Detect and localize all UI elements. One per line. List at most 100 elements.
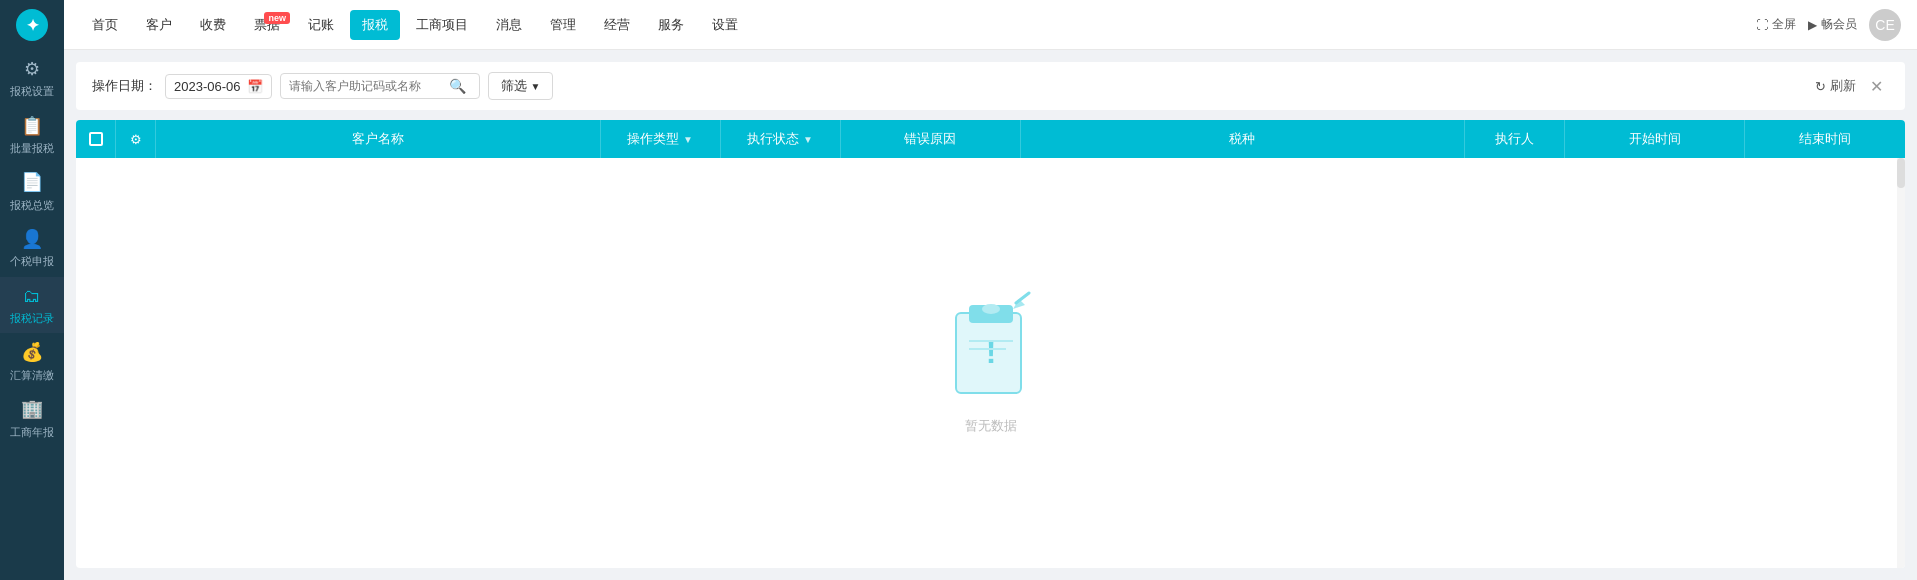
topnav-item-invoice[interactable]: 票据new — [242, 10, 292, 40]
sidebar-item-tax-records[interactable]: 🗂 报税记录 — [0, 277, 64, 334]
topnav-item-home[interactable]: 首页 — [80, 10, 130, 40]
th-start-time-label: 开始时间 — [1629, 130, 1681, 148]
th-start-time: 开始时间 — [1565, 120, 1745, 158]
th-end-time: 结束时间 — [1745, 120, 1905, 158]
th-end-time-label: 结束时间 — [1799, 130, 1851, 148]
fullscreen-label: 全屏 — [1772, 16, 1796, 33]
sidebar-item-personal-tax[interactable]: 👤 个税申报 — [0, 220, 64, 277]
personal-tax-icon: 👤 — [21, 228, 43, 251]
date-input[interactable]: 2023-06-06 📅 — [165, 74, 272, 99]
topnav-items: 首页客户收费票据new记账报税工商项目消息管理经营服务设置 — [80, 10, 1756, 40]
settlement-icon: 💰 — [21, 341, 43, 364]
topnav-item-messages[interactable]: 消息 — [484, 10, 534, 40]
sidebar-item-label: 个税申报 — [10, 254, 54, 268]
search-icon: 🔍 — [449, 78, 466, 94]
sidebar-item-tax-overview[interactable]: 📄 报税总览 — [0, 163, 64, 220]
fullscreen-button[interactable]: ⛶ 全屏 — [1756, 16, 1796, 33]
sidebar-item-tax-settings[interactable]: ⚙ 报税设置 — [0, 50, 64, 107]
topnav-item-management[interactable]: 管理 — [538, 10, 588, 40]
toolbar: 操作日期： 2023-06-06 📅 🔍 筛选 ▼ ↻ 刷新 — [76, 62, 1905, 110]
th-exec-status[interactable]: 执行状态 ▼ — [721, 120, 841, 158]
close-button[interactable]: ✕ — [1864, 75, 1889, 98]
sidebar-item-batch-tax[interactable]: 📋 批量报税 — [0, 107, 64, 164]
tax-settings-icon: ⚙ — [24, 58, 40, 81]
topnav-item-tax[interactable]: 报税 — [350, 10, 400, 40]
svg-point-2 — [982, 304, 1000, 314]
avatar[interactable]: CE — [1869, 9, 1901, 41]
logo-icon: ✦ — [16, 9, 48, 41]
avatar-text: CE — [1875, 17, 1894, 33]
member-label: 畅会员 — [1821, 16, 1857, 33]
fullscreen-icon: ⛶ — [1756, 18, 1768, 32]
refresh-button[interactable]: ↻ 刷新 — [1815, 77, 1856, 95]
svg-marker-5 — [1013, 299, 1025, 309]
th-exec-status-label: 执行状态 — [747, 130, 799, 148]
operation-type-sort-icon: ▼ — [683, 134, 693, 145]
refresh-label: 刷新 — [1830, 77, 1856, 95]
calendar-icon: 📅 — [247, 79, 263, 94]
search-wrap: 🔍 — [280, 73, 480, 99]
topnav-item-accounting[interactable]: 记账 — [296, 10, 346, 40]
sidebar-item-label: 批量报税 — [10, 141, 54, 155]
sidebar-item-annual-report[interactable]: 🏢 工商年报 — [0, 390, 64, 447]
settings-icon: ⚙ — [130, 132, 142, 147]
sidebar-item-label: 汇算清缴 — [10, 368, 54, 382]
date-value: 2023-06-06 — [174, 79, 241, 94]
filter-button[interactable]: 筛选 ▼ — [488, 72, 554, 100]
tax-records-icon: 🗂 — [23, 285, 41, 308]
svg-text:!: ! — [985, 334, 996, 370]
date-label: 操作日期： — [92, 77, 157, 95]
topnav-item-service[interactable]: 服务 — [646, 10, 696, 40]
th-tax-type: 税种 — [1021, 120, 1466, 158]
empty-state: ! 暂无数据 — [901, 251, 1081, 475]
exec-status-sort-icon: ▼ — [803, 134, 813, 145]
topnav-item-finance[interactable]: 经营 — [592, 10, 642, 40]
th-error-reason-label: 错误原因 — [904, 130, 956, 148]
refresh-icon: ↻ — [1815, 79, 1826, 94]
member-button[interactable]: ▶ 畅会员 — [1808, 16, 1857, 33]
page-main: 操作日期： 2023-06-06 📅 🔍 筛选 ▼ ↻ 刷新 — [64, 50, 1917, 580]
tax-overview-icon: 📄 — [21, 171, 43, 194]
topnav-item-commerce[interactable]: 工商项目 — [404, 10, 480, 40]
empty-text: 暂无数据 — [965, 417, 1017, 435]
sidebar-item-label: 报税总览 — [10, 198, 54, 212]
th-operation-type[interactable]: 操作类型 ▼ — [601, 120, 721, 158]
topnav-item-settings[interactable]: 设置 — [700, 10, 750, 40]
invoice-badge: new — [264, 12, 290, 24]
th-operation-type-label: 操作类型 — [627, 130, 679, 148]
table-container: ⚙ 客户名称 操作类型 ▼ 执行状态 ▼ 错误原因 — [76, 120, 1905, 568]
sidebar-logo[interactable]: ✦ — [0, 0, 64, 50]
empty-svg: ! — [941, 291, 1041, 401]
chevron-down-icon: ▼ — [531, 81, 541, 92]
th-customer-name-label: 客户名称 — [352, 130, 404, 148]
annual-report-icon: 🏢 — [21, 398, 43, 421]
topnav-item-billing[interactable]: 收费 — [188, 10, 238, 40]
sidebar: ✦ ⚙ 报税设置 📋 批量报税 📄 报税总览 👤 个税申报 🗂 报税记录 💰 汇… — [0, 0, 64, 580]
table-body: ! 暂无数据 — [76, 158, 1905, 568]
content: 操作日期： 2023-06-06 📅 🔍 筛选 ▼ ↻ 刷新 — [64, 50, 1917, 580]
topnav-item-customer[interactable]: 客户 — [134, 10, 184, 40]
empty-illustration: ! — [941, 291, 1041, 401]
th-settings: ⚙ — [116, 120, 156, 158]
search-input[interactable] — [289, 79, 449, 93]
th-tax-type-label: 税种 — [1229, 130, 1255, 148]
topnav: 首页客户收费票据new记账报税工商项目消息管理经营服务设置 ⛶ 全屏 ▶ 畅会员… — [64, 0, 1917, 50]
batch-tax-icon: 📋 — [21, 115, 43, 138]
th-executor: 执行人 — [1465, 120, 1565, 158]
main-area: 首页客户收费票据new记账报税工商项目消息管理经营服务设置 ⛶ 全屏 ▶ 畅会员… — [64, 0, 1917, 580]
scrollbar-thumb[interactable] — [1897, 158, 1905, 188]
th-executor-label: 执行人 — [1495, 130, 1534, 148]
sidebar-item-label: 报税设置 — [10, 84, 54, 98]
th-customer-name: 客户名称 — [156, 120, 601, 158]
sidebar-item-label: 工商年报 — [10, 425, 54, 439]
member-icon: ▶ — [1808, 18, 1817, 32]
scrollbar-track[interactable] — [1897, 158, 1905, 568]
topnav-right: ⛶ 全屏 ▶ 畅会员 CE — [1756, 9, 1901, 41]
sidebar-item-settlement[interactable]: 💰 汇算清缴 — [0, 333, 64, 390]
th-checkbox[interactable] — [76, 120, 116, 158]
filter-label: 筛选 — [501, 77, 527, 95]
th-error-reason: 错误原因 — [841, 120, 1021, 158]
table-header: ⚙ 客户名称 操作类型 ▼ 执行状态 ▼ 错误原因 — [76, 120, 1905, 158]
select-all-checkbox[interactable] — [89, 132, 103, 146]
sidebar-item-label: 报税记录 — [10, 311, 54, 325]
